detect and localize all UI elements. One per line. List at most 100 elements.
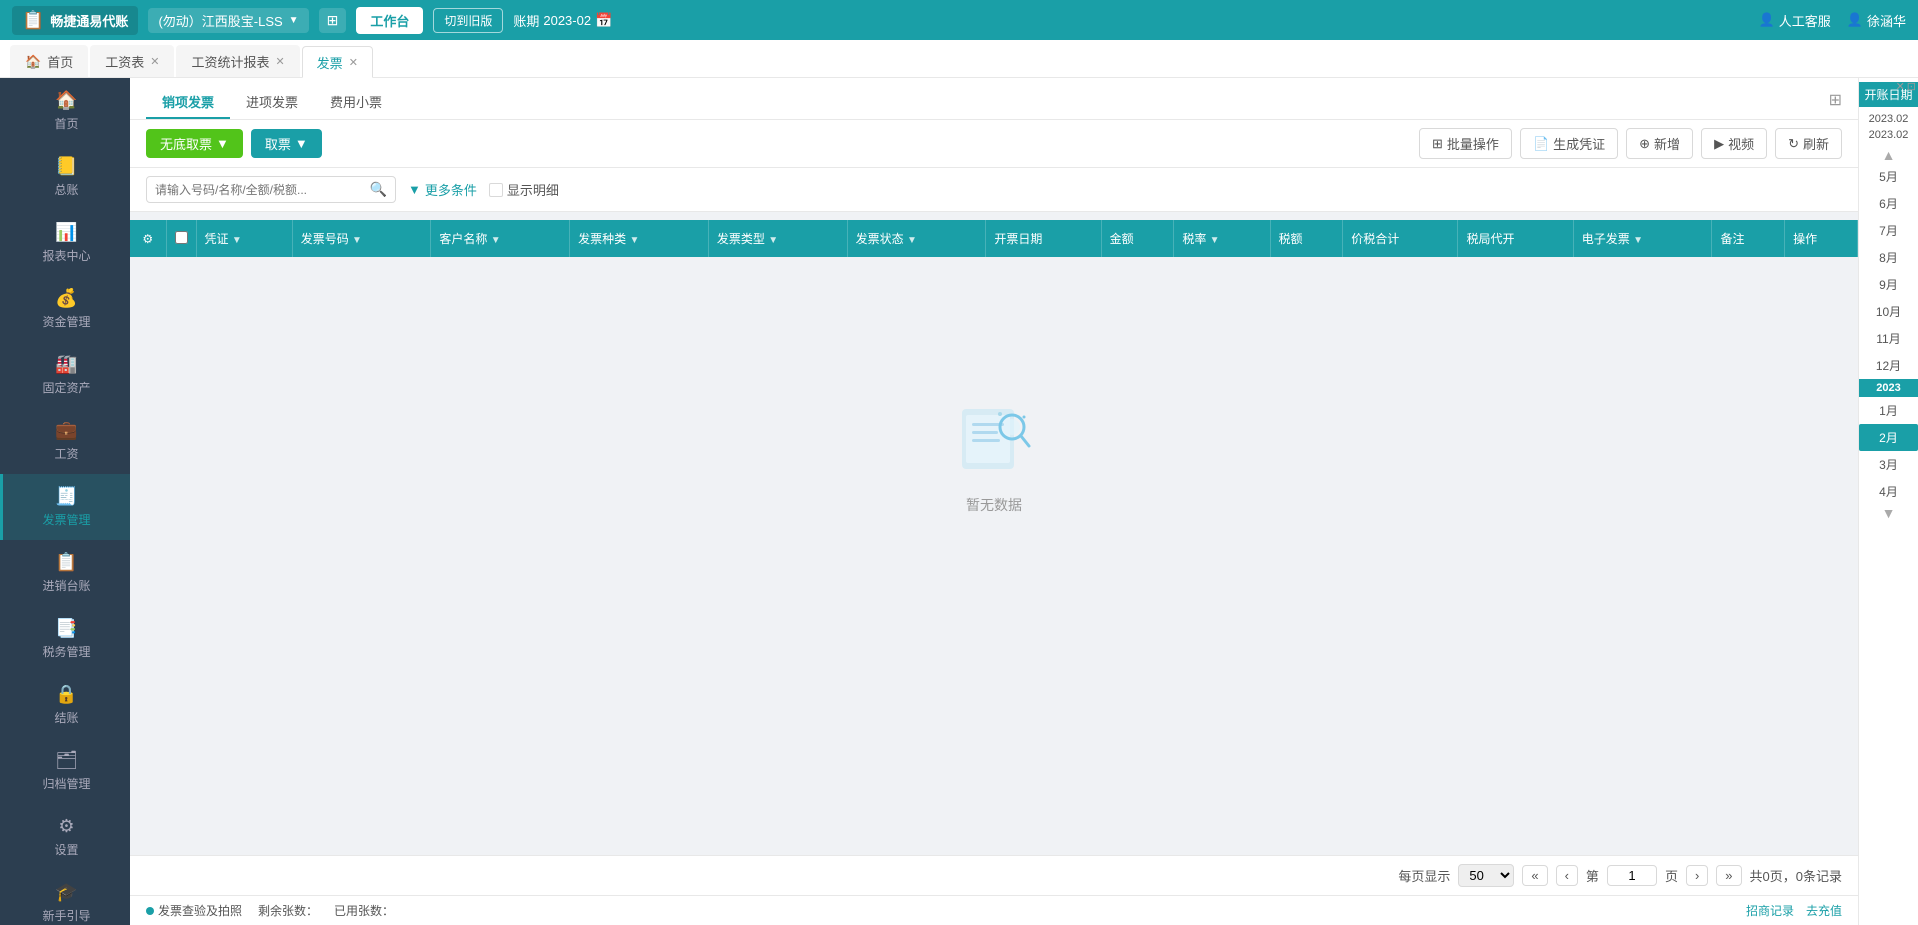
- pagination-bar: 每页显示 20 50 100 « ‹ 第 页 › » 共0页，0条记录: [130, 855, 1858, 895]
- month-12[interactable]: 12月: [1859, 352, 1918, 379]
- tax-rate-filter-icon[interactable]: ▼: [1210, 235, 1220, 246]
- tab-wage-stats[interactable]: 工资统计报表 ✕: [176, 45, 299, 77]
- merchant-records-link[interactable]: 招商记录: [1746, 902, 1794, 919]
- generate-voucher-button[interactable]: 📄 生成凭证: [1520, 128, 1618, 159]
- workspace-button[interactable]: 工作台: [356, 7, 423, 34]
- year-down-arrow[interactable]: ▼: [1882, 505, 1896, 521]
- sidebar-item-wages[interactable]: 💼 工资: [0, 408, 130, 474]
- sidebar-item-fixed-assets[interactable]: 🏭 固定资产: [0, 342, 130, 408]
- prev-page-button[interactable]: ‹: [1556, 865, 1578, 886]
- footer-bar: 发票查验及拍照 剩余张数： 已用张数： 招商记录 去充值: [130, 895, 1858, 925]
- sidebar-item-sales-purchase[interactable]: 📋 进销台账: [0, 540, 130, 606]
- invoice-category-filter-icon[interactable]: ▼: [768, 235, 778, 246]
- copy-company-button[interactable]: ⊞: [319, 8, 347, 33]
- customer-service-button[interactable]: 👤 人工客服: [1759, 11, 1831, 30]
- th-checkbox[interactable]: [166, 220, 196, 257]
- date-panel: 开账日期 2023.02 2023.02 ▲ 5月 6月 7月 8月 9月 10…: [1858, 78, 1918, 925]
- tax-icon: 📑: [55, 618, 77, 639]
- customer-filter-icon[interactable]: ▼: [491, 235, 501, 246]
- month-2[interactable]: 2月: [1859, 424, 1918, 451]
- page-number-input[interactable]: [1607, 865, 1657, 886]
- th-settings[interactable]: ⚙: [130, 220, 166, 257]
- video-button[interactable]: ▶ 视频: [1701, 128, 1767, 159]
- month-1[interactable]: 1月: [1859, 397, 1918, 424]
- th-tax-rate: 税率 ▼: [1174, 220, 1270, 257]
- search-input[interactable]: [155, 183, 364, 197]
- show-detail-toggle[interactable]: 显示明细: [489, 180, 559, 199]
- sub-tab-sales[interactable]: 销项发票: [146, 86, 230, 119]
- sidebar-item-tax[interactable]: 📑 税务管理: [0, 606, 130, 672]
- first-page-button[interactable]: «: [1522, 865, 1547, 886]
- recharge-link[interactable]: 去充值: [1806, 902, 1842, 919]
- new-button[interactable]: ⊕ 新增: [1626, 128, 1693, 159]
- page-size-select[interactable]: 20 50 100: [1458, 864, 1514, 887]
- calendar-icon[interactable]: 📅: [595, 12, 612, 29]
- sidebar-label-fixed-assets: 固定资产: [42, 379, 90, 396]
- empty-state: 暂无数据: [130, 257, 1858, 657]
- tab-wage-close[interactable]: ✕: [150, 55, 159, 68]
- sidebar-item-invoice-mgmt[interactable]: 🧾 发票管理: [0, 474, 130, 540]
- user-profile[interactable]: 👤 徐涵华: [1847, 11, 1906, 30]
- invoice-type-filter-icon[interactable]: ▼: [630, 235, 640, 246]
- show-detail-checkbox[interactable]: [489, 183, 503, 197]
- search-input-wrap[interactable]: 🔍: [146, 176, 396, 203]
- tab-wage-stats-close[interactable]: ✕: [275, 55, 284, 68]
- sidebar-item-archive[interactable]: 🗂 归档管理: [0, 738, 130, 804]
- sidebar-item-close-period[interactable]: 🔒 结账: [0, 672, 130, 738]
- invoice-status-filter-icon[interactable]: ▼: [907, 235, 917, 246]
- refresh-button[interactable]: ↻ 刷新: [1775, 128, 1842, 159]
- avatar: 👤: [1847, 12, 1863, 28]
- th-e-invoice: 电子发票 ▼: [1573, 220, 1712, 257]
- header-right: 👤 人工客服 👤 徐涵华: [1759, 11, 1906, 30]
- sidebar-item-guide[interactable]: 🎓 新手引导: [0, 870, 130, 925]
- e-invoice-filter-icon[interactable]: ▼: [1633, 235, 1643, 246]
- month-7[interactable]: 7月: [1859, 217, 1918, 244]
- collect-button[interactable]: 取票 ▼: [251, 129, 322, 158]
- month-9[interactable]: 9月: [1859, 271, 1918, 298]
- next-page-button[interactable]: ›: [1686, 865, 1708, 886]
- batch-op-button[interactable]: ⊞ 批量操作: [1419, 128, 1512, 159]
- ledger-icon: 📒: [55, 156, 77, 177]
- month-6[interactable]: 6月: [1859, 190, 1918, 217]
- month-8[interactable]: 8月: [1859, 244, 1918, 271]
- more-filters-button[interactable]: ▼ 更多条件: [408, 180, 477, 199]
- search-icon[interactable]: 🔍: [370, 181, 387, 198]
- sidebar-item-home[interactable]: 🏠 首页: [0, 78, 130, 144]
- month-5[interactable]: 5月: [1859, 163, 1918, 190]
- month-11[interactable]: 11月: [1859, 325, 1918, 352]
- tab-wage[interactable]: 工资表 ✕: [90, 45, 174, 77]
- panel-maximize-button[interactable]: ⊡: [1907, 80, 1916, 93]
- refresh-icon: ↻: [1788, 136, 1799, 152]
- th-invoice-status: 发票状态 ▼: [847, 220, 986, 257]
- sidebar-label-reports: 报表中心: [42, 247, 90, 264]
- month-3[interactable]: 3月: [1859, 451, 1918, 478]
- assets-icon: 🏭: [55, 354, 77, 375]
- panel-close-button[interactable]: ✕: [1896, 80, 1905, 93]
- video-icon: ▶: [1714, 136, 1724, 152]
- page-text: 第: [1586, 866, 1599, 885]
- invoice-mgmt-icon: 🧾: [55, 486, 77, 507]
- sidebar-item-reports[interactable]: 📊 报表中心: [0, 210, 130, 276]
- year-up-arrow[interactable]: ▲: [1882, 147, 1896, 163]
- voucher-filter-icon[interactable]: ▼: [232, 235, 242, 246]
- sidebar-item-funds[interactable]: 💰 资金管理: [0, 276, 130, 342]
- no-collect-button[interactable]: 无底取票 ▼: [146, 129, 243, 158]
- sidebar-item-general-ledger[interactable]: 📒 总账: [0, 144, 130, 210]
- logo-area: 📋 畅捷通易代账: [12, 6, 138, 35]
- switch-version-button[interactable]: 切到旧版: [433, 8, 503, 33]
- sidebar-item-settings[interactable]: ⚙ 设置: [0, 804, 130, 870]
- sub-tab-purchase[interactable]: 进项发票: [230, 86, 314, 119]
- tab-invoice-close[interactable]: ✕: [349, 56, 358, 69]
- tab-home[interactable]: 🏠 首页: [10, 45, 88, 77]
- last-page-button[interactable]: »: [1716, 865, 1741, 886]
- select-all-checkbox[interactable]: [175, 231, 188, 244]
- month-4[interactable]: 4月: [1859, 478, 1918, 505]
- tab-invoice[interactable]: 发票 ✕: [302, 46, 373, 78]
- sidebar: 🏠 首页 📒 总账 📊 报表中心 💰 资金管理 🏭 固定资产 💼 工资 🧾 发票…: [0, 78, 130, 925]
- tab-invoice-label: 发票: [317, 53, 343, 72]
- invoice-no-filter-icon[interactable]: ▼: [352, 235, 362, 246]
- company-selector[interactable]: (勿动）江西股宝-LSS ▼: [148, 8, 308, 33]
- month-10[interactable]: 10月: [1859, 298, 1918, 325]
- sub-tab-expense[interactable]: 费用小票: [314, 86, 398, 119]
- grid-view-icon[interactable]: ⊞: [1829, 90, 1842, 110]
